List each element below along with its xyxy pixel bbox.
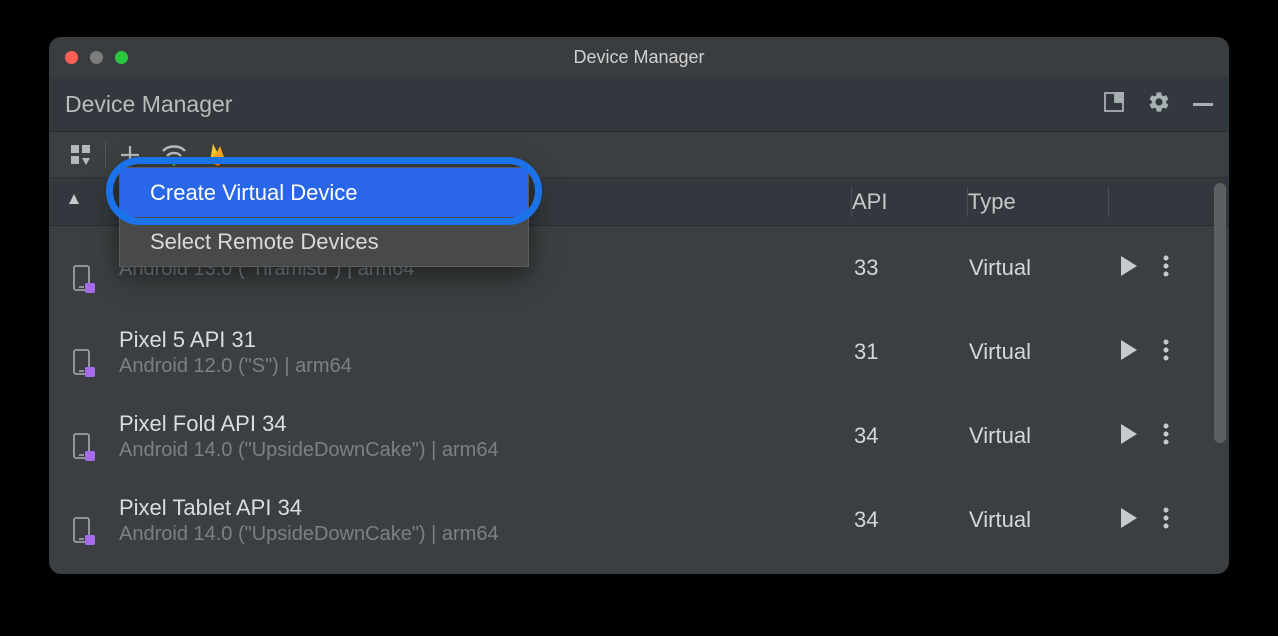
- dropdown-item-select-remote-devices[interactable]: Select Remote Devices: [120, 217, 528, 266]
- phone-icon: [72, 517, 96, 550]
- more-icon[interactable]: [1163, 255, 1169, 282]
- window-title: Device Manager: [573, 47, 704, 68]
- more-icon[interactable]: [1163, 339, 1169, 366]
- device-name: Pixel 5 API 31: [119, 327, 854, 353]
- add-device-dropdown: Create Virtual Device Select Remote Devi…: [119, 167, 529, 267]
- device-type: Virtual: [969, 339, 1109, 365]
- gear-icon[interactable]: [1147, 90, 1171, 119]
- play-icon[interactable]: [1119, 507, 1139, 534]
- toolbar-separator: [105, 142, 106, 168]
- panel-header: Device Manager: [49, 77, 1229, 132]
- layout-toggle-icon[interactable]: [59, 133, 103, 177]
- more-icon[interactable]: [1163, 507, 1169, 534]
- close-window-button[interactable]: [65, 51, 78, 64]
- device-api: 34: [854, 507, 969, 533]
- column-header-type[interactable]: Type: [968, 189, 1108, 215]
- column-header-api[interactable]: API: [852, 189, 967, 215]
- device-detail: Android 14.0 ("UpsideDownCake") | arm64: [119, 439, 854, 462]
- device-row[interactable]: Pixel Tablet API 34 Android 14.0 ("Upsid…: [49, 478, 1229, 562]
- phone-icon: [72, 349, 96, 382]
- device-row[interactable]: Pixel Fold API 34 Android 14.0 ("UpsideD…: [49, 394, 1229, 478]
- window-mode-icon[interactable]: [1103, 91, 1125, 118]
- minimize-panel-icon[interactable]: [1193, 103, 1213, 106]
- device-type: Virtual: [969, 507, 1109, 533]
- minimize-window-button[interactable]: [90, 51, 103, 64]
- device-type: Virtual: [969, 255, 1109, 281]
- titlebar: Device Manager: [49, 37, 1229, 77]
- panel-title: Device Manager: [65, 91, 1103, 118]
- dropdown-item-create-virtual-device[interactable]: Create Virtual Device: [120, 168, 528, 217]
- more-icon[interactable]: [1163, 423, 1169, 450]
- device-row[interactable]: Pixel 5 API 31 Android 12.0 ("S") | arm6…: [49, 310, 1229, 394]
- device-api: 31: [854, 339, 969, 365]
- device-type: Virtual: [969, 423, 1109, 449]
- scrollbar-thumb[interactable]: [1214, 183, 1226, 443]
- maximize-window-button[interactable]: [115, 51, 128, 64]
- device-rows: Android 13.0 ("Tiramisu") | arm64 33 Vir…: [49, 226, 1229, 574]
- sort-indicator-icon[interactable]: [67, 192, 81, 211]
- play-icon[interactable]: [1119, 339, 1139, 366]
- phone-icon: [72, 433, 96, 466]
- device-manager-window: Device Manager Device Manager: [49, 37, 1229, 574]
- scrollbar[interactable]: [1214, 183, 1226, 463]
- device-api: 33: [854, 255, 969, 281]
- play-icon[interactable]: [1119, 423, 1139, 450]
- phone-icon: [72, 265, 96, 298]
- device-name: Pixel Tablet API 34: [119, 495, 854, 521]
- device-api: 34: [854, 423, 969, 449]
- play-icon[interactable]: [1119, 255, 1139, 282]
- device-detail: Android 14.0 ("UpsideDownCake") | arm64: [119, 523, 854, 546]
- device-detail: Android 12.0 ("S") | arm64: [119, 355, 854, 378]
- device-name: Pixel Fold API 34: [119, 411, 854, 437]
